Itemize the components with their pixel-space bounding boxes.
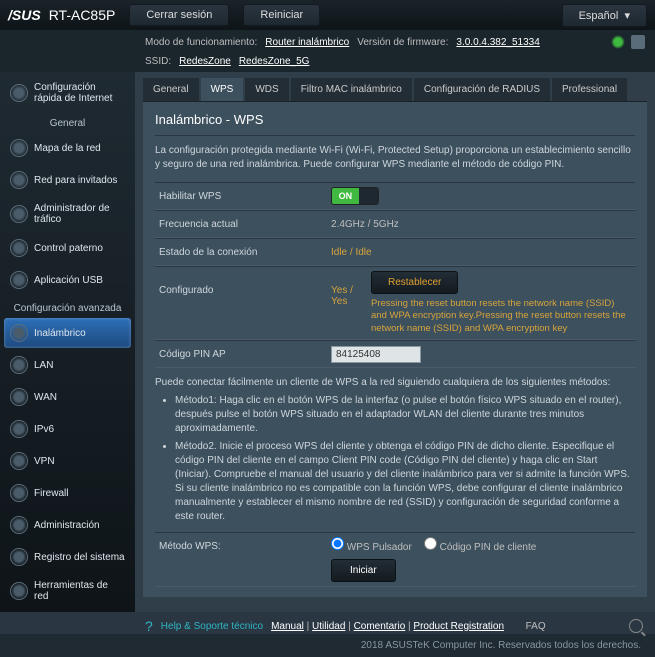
- ssid-2: RedesZone_5G: [239, 56, 310, 67]
- wifi-icon: [10, 324, 28, 342]
- tabs: General WPS WDS Filtro MAC inalámbrico C…: [143, 78, 647, 102]
- ssid-row: SSID: RedesZone RedesZone_5G: [0, 54, 655, 72]
- sidebar-usb-app[interactable]: Aplicación USB: [4, 265, 131, 295]
- reset-note: Pressing the reset button resets the net…: [371, 298, 629, 335]
- reset-button[interactable]: Restablecer: [371, 271, 458, 294]
- sidebar-guest-network[interactable]: Red para invitados: [4, 165, 131, 195]
- traffic-icon: [10, 205, 28, 223]
- model-name: RT-AC85P: [49, 7, 116, 23]
- footer-utility[interactable]: Utilidad: [312, 621, 345, 632]
- usb-app-icon: [10, 271, 28, 289]
- content: General WPS WDS Filtro MAC inalámbrico C…: [135, 72, 655, 612]
- help-icon: ?: [145, 618, 153, 634]
- sidebar-network-map[interactable]: Mapa de la red: [4, 133, 131, 163]
- footer-feedback[interactable]: Comentario: [354, 621, 406, 632]
- language-select[interactable]: Español ▾: [562, 4, 647, 27]
- sidebar-general-title: General: [4, 112, 131, 133]
- start-button[interactable]: Iniciar: [331, 559, 396, 582]
- panel-desc: La configuración protegida mediante Wi-F…: [155, 144, 635, 172]
- conn-state-label: Estado de la conexión: [155, 241, 325, 264]
- sidebar-ipv6[interactable]: IPv6: [4, 414, 131, 444]
- sidebar-wireless[interactable]: Inalámbrico: [4, 318, 131, 348]
- mode-label: Modo de funcionamiento:: [145, 37, 257, 48]
- tab-mac-filter[interactable]: Filtro MAC inalámbrico: [291, 78, 412, 101]
- pin-label: Código PIN AP: [155, 343, 325, 366]
- search-icon[interactable]: [629, 619, 643, 633]
- freq-value: 2.4GHz / 5GHz: [325, 215, 635, 234]
- freq-label: Frecuencia actual: [155, 213, 325, 236]
- sidebar-nettools[interactable]: Herramientas de red: [4, 574, 131, 608]
- vpn-icon: [10, 452, 28, 470]
- footer-help: ? Help & Soporte técnico Manual | Utilid…: [0, 612, 655, 634]
- sidebar-admin[interactable]: Administración: [4, 510, 131, 540]
- sidebar-syslog[interactable]: Registro del sistema: [4, 542, 131, 572]
- globe-icon: [10, 84, 28, 102]
- copyright: 2018 ASUSTeK Computer Inc. Reservados to…: [0, 634, 655, 657]
- footer-registration[interactable]: Product Registration: [413, 621, 504, 632]
- admin-icon: [10, 516, 28, 534]
- sidebar-wan[interactable]: WAN: [4, 382, 131, 412]
- meta-row: Modo de funcionamiento: Router inalámbri…: [0, 30, 655, 54]
- configured-value: Yes / Yes: [331, 271, 361, 307]
- radio-client-pin[interactable]: Código PIN de cliente: [424, 537, 537, 553]
- logout-button[interactable]: Cerrar sesión: [129, 4, 229, 26]
- panel-title: Inalámbrico - WPS: [155, 112, 635, 136]
- firewall-icon: [10, 484, 28, 502]
- method-1: Método1: Haga clic en el botón WPS de la…: [175, 394, 635, 436]
- wps-method-label: Método WPS:: [155, 533, 325, 558]
- clients-icon[interactable]: [611, 35, 625, 49]
- radio-push-button[interactable]: WPS Pulsador: [331, 537, 412, 553]
- ssid-label: SSID:: [145, 56, 171, 67]
- ipv6-icon: [10, 420, 28, 438]
- map-icon: [10, 139, 28, 157]
- wan-icon: [10, 388, 28, 406]
- conn-state-value: Idle / Idle: [325, 243, 635, 262]
- parental-icon: [10, 239, 28, 257]
- ssid-1: RedesZone: [179, 56, 231, 67]
- configured-label: Configurado: [155, 267, 325, 302]
- sidebar: Configuración rápida de Internet General…: [0, 72, 135, 612]
- methods-intro: Puede conectar fácilmente un cliente de …: [155, 376, 635, 390]
- sidebar-quick-setup[interactable]: Configuración rápida de Internet: [4, 76, 131, 110]
- ap-pin-input[interactable]: [331, 346, 421, 363]
- faq-label: FAQ: [526, 621, 546, 632]
- tab-wds[interactable]: WDS: [245, 78, 288, 101]
- footer-manual[interactable]: Manual: [271, 621, 304, 632]
- lan-icon: [10, 356, 28, 374]
- panel: Inalámbrico - WPS La configuración prote…: [143, 102, 647, 597]
- tab-wps[interactable]: WPS: [201, 78, 244, 101]
- method-2: Método2. Inicie el proceso WPS del clien…: [175, 440, 635, 524]
- tools-icon: [10, 582, 28, 600]
- sidebar-lan[interactable]: LAN: [4, 350, 131, 380]
- guest-icon: [10, 171, 28, 189]
- usb-icon[interactable]: [631, 35, 645, 49]
- reboot-button[interactable]: Reiniciar: [243, 4, 320, 26]
- fw-label: Versión de firmware:: [357, 37, 448, 48]
- sidebar-vpn[interactable]: VPN: [4, 446, 131, 476]
- sidebar-adv-title: Configuración avanzada: [4, 297, 131, 318]
- help-label: Help & Soporte técnico: [161, 621, 263, 632]
- brand-logo: /SUS: [8, 7, 41, 23]
- topbar: /SUS RT-AC85P Cerrar sesión Reiniciar Es…: [0, 0, 655, 30]
- fw-value[interactable]: 3.0.0.4.382_51334: [456, 37, 539, 48]
- log-icon: [10, 548, 28, 566]
- tab-general[interactable]: General: [143, 78, 199, 101]
- sidebar-parental[interactable]: Control paterno: [4, 233, 131, 263]
- tab-radius[interactable]: Configuración de RADIUS: [414, 78, 550, 101]
- tab-professional[interactable]: Professional: [552, 78, 627, 101]
- sidebar-traffic-manager[interactable]: Administrador de tráfico: [4, 197, 131, 231]
- enable-wps-label: Habilitar WPS: [155, 185, 325, 208]
- methods-block: Puede conectar fácilmente un cliente de …: [155, 376, 635, 524]
- enable-wps-toggle[interactable]: ON: [331, 187, 379, 205]
- mode-value[interactable]: Router inalámbrico: [265, 37, 349, 48]
- sidebar-firewall[interactable]: Firewall: [4, 478, 131, 508]
